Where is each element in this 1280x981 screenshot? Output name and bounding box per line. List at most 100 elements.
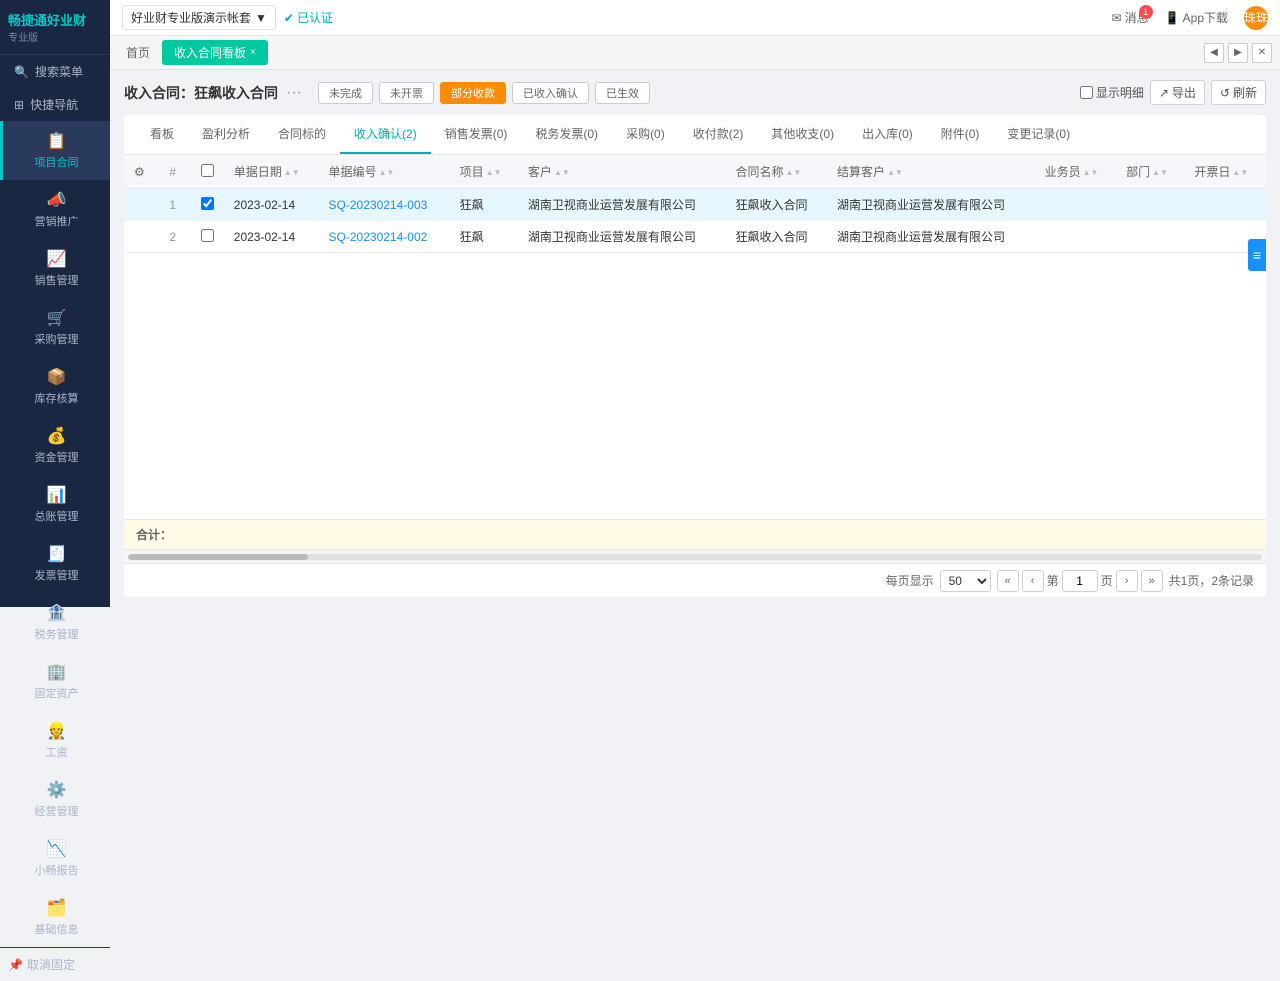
tab-attachments[interactable]: 附件(0) bbox=[927, 115, 994, 154]
hr-icon: 👷 bbox=[47, 721, 67, 741]
status-uninvoiced[interactable]: 未开票 bbox=[379, 82, 434, 104]
status-confirmed[interactable]: 已收入确认 bbox=[512, 82, 589, 104]
app-download-label: App下载 bbox=[1183, 9, 1228, 26]
status-effective[interactable]: 已生效 bbox=[595, 82, 650, 104]
sidebar-item-invoice[interactable]: 🧾 发票管理 bbox=[0, 534, 110, 593]
app-download-button[interactable]: 📱 App下载 bbox=[1165, 9, 1228, 26]
tab-board[interactable]: 看板 bbox=[136, 115, 188, 154]
last-page-button[interactable]: » bbox=[1141, 570, 1163, 592]
horizontal-scrollbar[interactable] bbox=[124, 549, 1266, 563]
status-partial[interactable]: 部分收款 bbox=[440, 82, 506, 104]
tab-change-log[interactable]: 变更记录(0) bbox=[993, 115, 1084, 154]
row-department-cell bbox=[1116, 221, 1184, 253]
sidebar-item-marketing[interactable]: 📣 营销推广 bbox=[0, 180, 110, 239]
sales-icon: 📈 bbox=[47, 249, 67, 269]
row-salesperson-cell bbox=[1035, 221, 1117, 253]
sidebar-item-ops[interactable]: ⚙️ 经营管理 bbox=[0, 770, 110, 829]
row-checkbox[interactable] bbox=[201, 197, 214, 210]
more-options-button[interactable]: ··· bbox=[286, 84, 302, 102]
date-column-header[interactable]: 单据日期▲▼ bbox=[224, 155, 319, 189]
row-salesperson-cell bbox=[1035, 189, 1117, 221]
tab-sales-invoice[interactable]: 销售发票(0) bbox=[431, 115, 522, 154]
tab-tax-invoice[interactable]: 税务发票(0) bbox=[521, 115, 612, 154]
sidebar-item-sales[interactable]: 📈 销售管理 bbox=[0, 239, 110, 298]
sidebar-item-assets[interactable]: 🏢 固定资产 bbox=[0, 652, 110, 711]
page-size-select[interactable]: 50 100 200 bbox=[940, 570, 991, 592]
project-icon: 📋 bbox=[47, 131, 67, 151]
sidebar-item-purchase-label: 采购管理 bbox=[35, 331, 79, 347]
page-number-input[interactable] bbox=[1062, 570, 1098, 592]
sidebar-item-inventory[interactable]: 📦 库存核算 bbox=[0, 357, 110, 416]
refresh-icon: ↺ bbox=[1220, 86, 1230, 100]
department-column-header[interactable]: 部门▲▼ bbox=[1116, 155, 1184, 189]
show-detail-input[interactable] bbox=[1080, 86, 1093, 99]
checkbox-column-header[interactable] bbox=[191, 155, 224, 189]
fund-icon: 💰 bbox=[47, 426, 67, 446]
table-row: 1 2023-02-14 SQ-20230214-003 狂飙 湖南卫视商业运营… bbox=[124, 189, 1266, 221]
tab-next-button[interactable]: ▶ bbox=[1228, 43, 1248, 63]
sidebar-item-reports[interactable]: 📉 小畅报告 bbox=[0, 829, 110, 888]
tab-revenue-confirm[interactable]: 收入确认(2) bbox=[340, 115, 431, 154]
settings-column-header[interactable]: ⚙ bbox=[124, 155, 155, 189]
right-panel-toggle[interactable]: ≡ bbox=[1248, 239, 1266, 271]
row-checkbox-cell[interactable] bbox=[191, 221, 224, 253]
document-number-link[interactable]: SQ-20230214-002 bbox=[329, 230, 428, 244]
tab-purchase[interactable]: 采购(0) bbox=[612, 115, 679, 154]
document-number-link[interactable]: SQ-20230214-003 bbox=[329, 198, 428, 212]
row-checkbox[interactable] bbox=[201, 229, 214, 242]
row-contract-name-cell: 狂飙收入合同 bbox=[725, 189, 827, 221]
sidebar-item-tax[interactable]: 🏦 税务管理 bbox=[0, 593, 110, 652]
show-detail-checkbox[interactable]: 显示明细 bbox=[1080, 80, 1144, 105]
tab-other-income[interactable]: 其他收支(0) bbox=[757, 115, 848, 154]
first-page-button[interactable]: « bbox=[997, 570, 1019, 592]
refresh-label: 刷新 bbox=[1233, 84, 1257, 101]
table-container[interactable]: ⚙ # 单据日期▲▼ 单据编号▲▼ 项目▲▼ 客户▲▼ 合同名称▲▼ 结算客户▲… bbox=[124, 155, 1266, 519]
settled-customer-column-header[interactable]: 结算客户▲▼ bbox=[827, 155, 1035, 189]
tab-subject[interactable]: 合同标的 bbox=[264, 115, 340, 154]
tab-prev-button[interactable]: ◀ bbox=[1204, 43, 1224, 63]
project-column-header[interactable]: 项目▲▼ bbox=[450, 155, 518, 189]
tab-close-button[interactable]: × bbox=[250, 47, 256, 58]
salesperson-column-header[interactable]: 业务员▲▼ bbox=[1035, 155, 1117, 189]
tab-profit[interactable]: 盈利分析 bbox=[188, 115, 264, 154]
page-label-text: 第 bbox=[1047, 572, 1059, 589]
company-name: 好业财专业版演示帐套 bbox=[131, 9, 251, 26]
number-column-header[interactable]: 单据编号▲▼ bbox=[319, 155, 450, 189]
scrollbar-track bbox=[128, 554, 1262, 560]
unpin-label: 取消固定 bbox=[27, 956, 75, 973]
tab-warehouse[interactable]: 出入库(0) bbox=[848, 115, 927, 154]
sidebar-item-invoice-label: 发票管理 bbox=[35, 567, 79, 583]
sidebar-item-inventory-label: 库存核算 bbox=[35, 390, 79, 406]
row-checkbox-cell[interactable] bbox=[191, 189, 224, 221]
status-incomplete[interactable]: 未完成 bbox=[318, 82, 373, 104]
refresh-button[interactable]: ↺ 刷新 bbox=[1211, 80, 1266, 105]
sidebar-item-hr[interactable]: 👷 工资 bbox=[0, 711, 110, 770]
sidebar-item-purchase[interactable]: 🛒 采购管理 bbox=[0, 298, 110, 357]
sidebar-item-base[interactable]: 🗂️ 基础信息 bbox=[0, 888, 110, 947]
company-selector[interactable]: 好业财专业版演示帐套 ▼ bbox=[122, 5, 276, 30]
open-date-column-header[interactable]: 开票日▲▼ bbox=[1184, 155, 1266, 189]
contract-name-column-header[interactable]: 合同名称▲▼ bbox=[725, 155, 827, 189]
export-button[interactable]: ↗ 导出 bbox=[1150, 80, 1205, 105]
user-avatar[interactable]: 珠珠 bbox=[1244, 6, 1268, 30]
row-number-cell[interactable]: SQ-20230214-003 bbox=[319, 189, 450, 221]
scrollbar-thumb[interactable] bbox=[128, 554, 308, 560]
prev-page-button[interactable]: ‹ bbox=[1022, 570, 1044, 592]
search-menu-button[interactable]: 🔍 搜索菜单 bbox=[0, 55, 110, 88]
inventory-icon: 📦 bbox=[47, 367, 67, 387]
message-button[interactable]: ✉ 1 消息 bbox=[1112, 9, 1149, 26]
sidebar-item-project[interactable]: 📋 项目合同 bbox=[0, 121, 110, 180]
tab-contract-board[interactable]: 收入合同看板 × bbox=[162, 40, 268, 65]
sidebar-item-fund[interactable]: 💰 资金管理 bbox=[0, 416, 110, 475]
select-all-checkbox[interactable] bbox=[201, 164, 214, 177]
customer-column-header[interactable]: 客户▲▼ bbox=[518, 155, 726, 189]
next-page-button[interactable]: › bbox=[1116, 570, 1138, 592]
tab-payment[interactable]: 收付款(2) bbox=[679, 115, 758, 154]
quick-nav-button[interactable]: ⊞ 快捷导航 bbox=[0, 88, 110, 121]
sidebar-item-general[interactable]: 📊 总账管理 bbox=[0, 475, 110, 534]
reports-icon: 📉 bbox=[47, 839, 67, 859]
row-number-cell[interactable]: SQ-20230214-002 bbox=[319, 221, 450, 253]
tab-close-all-button[interactable]: ✕ bbox=[1252, 43, 1272, 63]
unpin-button[interactable]: 📌 取消固定 bbox=[0, 947, 110, 981]
tab-home[interactable]: 首页 bbox=[118, 40, 158, 65]
